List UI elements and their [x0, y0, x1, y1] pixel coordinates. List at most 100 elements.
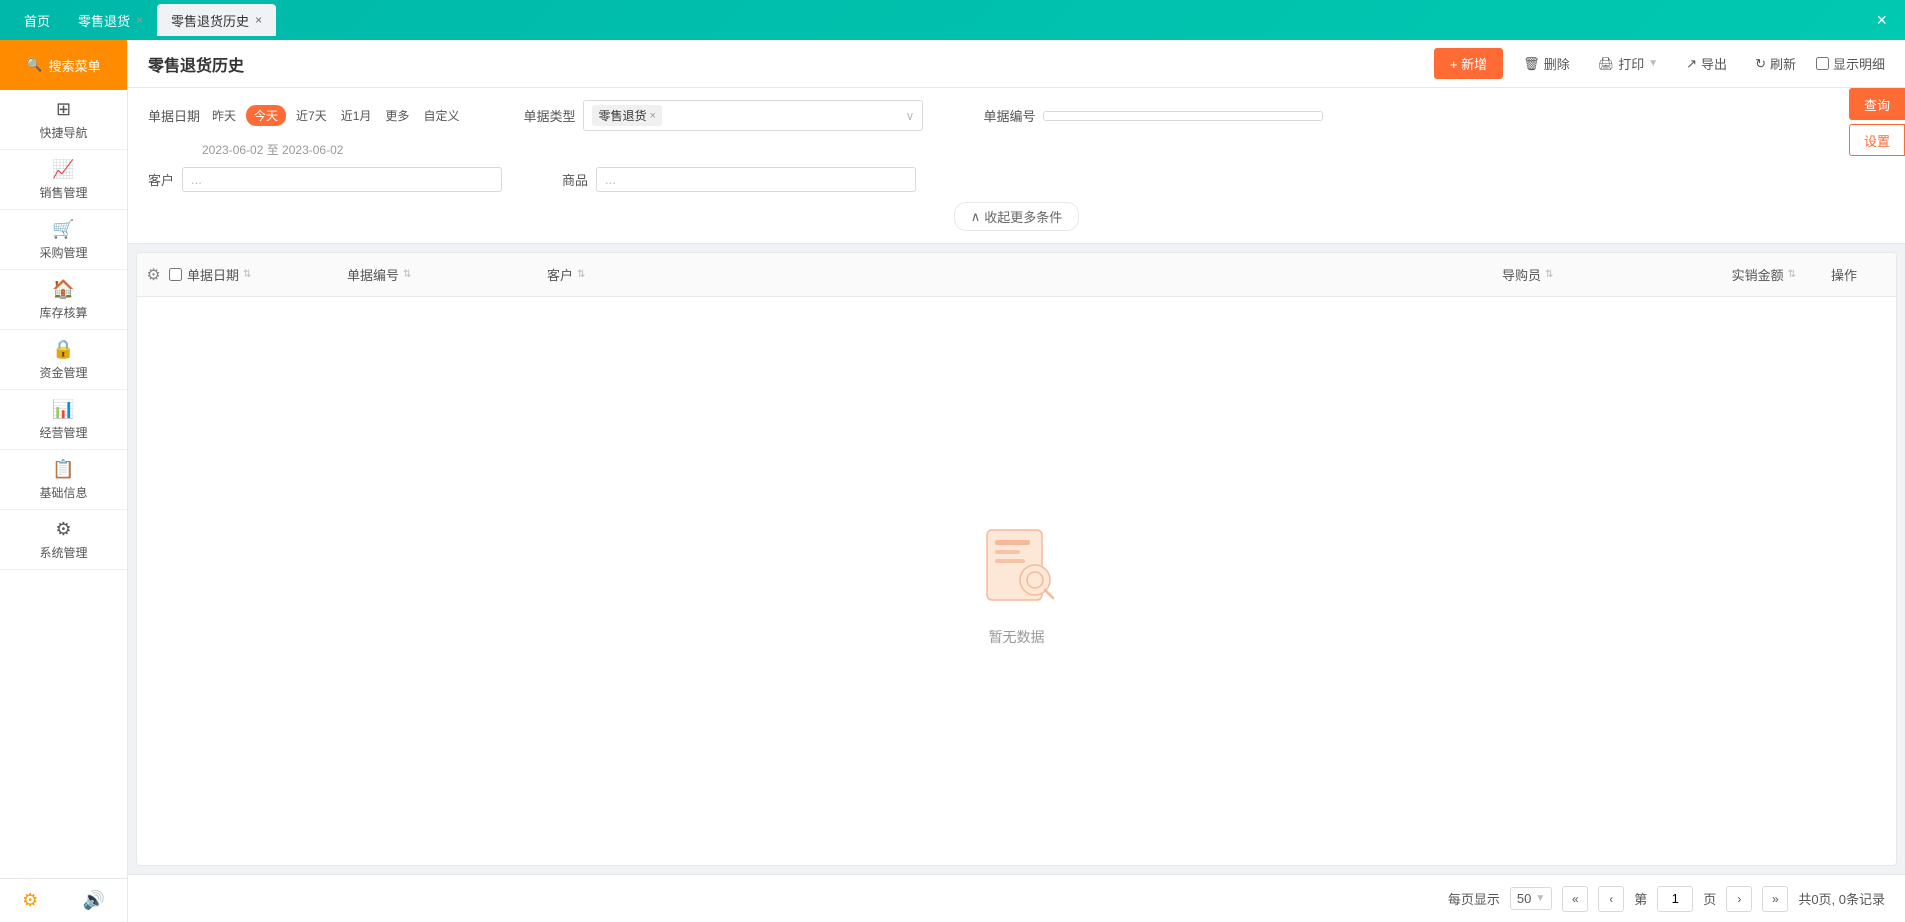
next-page-button[interactable]: › — [1726, 886, 1752, 912]
sidebar-item-finance-mgmt[interactable]: 🔒 资金管理 — [0, 330, 127, 390]
query-btn-area: 查询 设置 — [1849, 88, 1905, 156]
tab-retail-return[interactable]: 零售退货 × — [64, 4, 157, 36]
date-btn-yesterday[interactable]: 昨天 — [208, 105, 240, 126]
window-close-button[interactable]: × — [1868, 6, 1895, 35]
doc-type-dropdown-content: 零售退货 × — [592, 105, 905, 126]
sidebar-item-ops-mgmt[interactable]: 📊 经营管理 — [0, 390, 127, 450]
doc-date-label: 单据日期 — [148, 106, 200, 125]
export-button[interactable]: ↗ 导出 — [1678, 50, 1735, 77]
sidebar-item-sales-label: 销售管理 — [39, 184, 87, 201]
refresh-button[interactable]: ↻ 刷新 — [1747, 50, 1804, 77]
th-customer-label: 客户 — [547, 265, 573, 284]
table-header: ⚙ 单据日期 ⇅ 单据编号 ⇅ 客户 ⇅ 导购员 ⇅ — [137, 253, 1896, 297]
tab-retail-return-history-close[interactable]: × — [255, 13, 262, 27]
tab-retail-return-close[interactable]: × — [136, 13, 143, 27]
setting-button[interactable]: 设置 — [1849, 124, 1905, 156]
top-bar: 首页 零售退货 × 零售退货历史 × × — [0, 0, 1905, 40]
sidebar-item-inventory-label: 库存核算 — [39, 304, 87, 321]
goods-label: 商品 — [562, 170, 588, 189]
sidebar-search-label: 搜索菜单 — [49, 56, 101, 75]
show-detail-checkbox-area[interactable]: 显示明细 — [1816, 54, 1885, 73]
date-btn-more[interactable]: 更多 — [381, 105, 413, 126]
doc-type-tag: 零售退货 × — [592, 105, 661, 126]
tab-retail-return-history[interactable]: 零售退货历史 × — [157, 4, 276, 36]
goods-filter: 商品 ... — [562, 167, 916, 192]
finance-icon: 🔒 — [52, 339, 74, 360]
export-icon: ↗ — [1686, 56, 1697, 72]
sidebar-menu: ⊞ 快捷导航 📈 销售管理 🛒 采购管理 🏠 库存核算 🔒 资金管理 📊 — [0, 90, 127, 878]
table-settings-icon[interactable]: ⚙ — [146, 265, 160, 285]
delete-button[interactable]: 🗑 删除 — [1515, 50, 1578, 77]
print-arrow-icon: ▼ — [1648, 58, 1658, 69]
page-size-select[interactable]: 50 ▼ — [1510, 887, 1552, 910]
customer-dots: ... — [191, 172, 202, 187]
th-doc-no[interactable]: 单据编号 ⇅ — [339, 265, 539, 284]
filter-area: 单据日期 昨天 今天 近7天 近1月 更多 自定义 单据类型 — [128, 88, 1905, 244]
date-btn-7days[interactable]: 近7天 — [292, 105, 331, 126]
doc-date-filter: 单据日期 昨天 今天 近7天 近1月 更多 自定义 — [148, 105, 463, 126]
doc-no-filter: 单据编号 — [983, 106, 1323, 125]
query-button[interactable]: 查询 — [1849, 88, 1905, 120]
filter-row-2: 客户 ... 商品 ... — [148, 167, 1885, 192]
page-size-arrow-icon: ▼ — [1535, 893, 1545, 904]
sidebar-item-purchase-mgmt[interactable]: 🛒 采购管理 — [0, 210, 127, 270]
date-btn-today[interactable]: 今天 — [246, 105, 286, 126]
first-page-button[interactable]: « — [1562, 886, 1588, 912]
date-range-display: 2023-06-02 至 2023-06-02 — [202, 143, 343, 157]
date-btn-custom[interactable]: 自定义 — [419, 105, 463, 126]
total-info: 共0页, 0条记录 — [1798, 889, 1885, 908]
sidebar-item-quick-nav-label: 快捷导航 — [39, 124, 87, 141]
customer-label: 客户 — [148, 170, 174, 189]
page-input-prefix: 第 — [1634, 889, 1647, 908]
doc-type-tag-remove[interactable]: × — [649, 110, 655, 122]
doc-type-dropdown[interactable]: 零售退货 × ∨ — [583, 100, 923, 131]
th-customer-sort-icon: ⇅ — [577, 269, 585, 280]
tab-retail-return-history-label: 零售退货历史 — [171, 11, 249, 30]
th-customer[interactable]: 客户 ⇅ — [539, 265, 1494, 284]
date-btn-1month[interactable]: 近1月 — [337, 105, 376, 126]
content-area: 零售退货历史 + 新增 🗑 删除 🖨 打印 ▼ ↗ 导出 ↻ — [128, 40, 1905, 922]
filter-row-1: 单据日期 昨天 今天 近7天 近1月 更多 自定义 单据类型 — [148, 100, 1885, 131]
table-area: ⚙ 单据日期 ⇅ 单据编号 ⇅ 客户 ⇅ 导购员 ⇅ — [136, 252, 1897, 866]
print-button[interactable]: 🖨 打印 ▼ — [1590, 50, 1666, 77]
th-doc-no-label: 单据编号 — [347, 265, 399, 284]
collapse-button[interactable]: ∧ 收起更多条件 — [954, 202, 1080, 231]
th-amount[interactable]: 实销金额 ⇅ — [1654, 265, 1804, 284]
delete-label: 删除 — [1544, 54, 1570, 73]
quick-nav-icon: ⊞ — [56, 99, 71, 120]
add-button[interactable]: + 新增 — [1434, 48, 1503, 79]
goods-input[interactable]: ... — [596, 167, 916, 192]
th-guide[interactable]: 导购员 ⇅ — [1494, 265, 1654, 284]
prev-page-button[interactable]: ‹ — [1598, 886, 1624, 912]
export-label: 导出 — [1701, 54, 1727, 73]
sidebar-item-inventory[interactable]: 🏠 库存核算 — [0, 270, 127, 330]
page-unit: 页 — [1703, 889, 1716, 908]
goods-dots: ... — [605, 172, 616, 187]
sidebar-item-basic-info[interactable]: 📋 基础信息 — [0, 450, 127, 510]
page-number-input[interactable] — [1657, 886, 1693, 912]
empty-icon — [967, 515, 1067, 615]
page-title: 零售退货历史 — [148, 52, 1434, 76]
last-page-button[interactable]: » — [1762, 886, 1788, 912]
select-all-checkbox-area[interactable]: ⚙ — [149, 265, 179, 285]
sidebar-item-quick-nav[interactable]: ⊞ 快捷导航 — [0, 90, 127, 150]
th-doc-date[interactable]: 单据日期 ⇅ — [179, 265, 339, 284]
th-amount-label: 实销金额 — [1732, 265, 1784, 284]
th-action-label: 操作 — [1831, 265, 1857, 284]
sidebar-search[interactable]: 🔍 搜索菜单 — [0, 40, 127, 90]
sidebar-item-sales-mgmt[interactable]: 📈 销售管理 — [0, 150, 127, 210]
show-detail-checkbox[interactable] — [1816, 57, 1829, 70]
settings-icon[interactable]: ⚙ — [22, 890, 38, 911]
tab-home[interactable]: 首页 — [10, 4, 64, 36]
main-layout: 🔍 搜索菜单 ⊞ 快捷导航 📈 销售管理 🛒 采购管理 🏠 库存核算 🔒 — [0, 40, 1905, 922]
sidebar-item-sys-mgmt[interactable]: ⚙ 系统管理 — [0, 510, 127, 570]
doc-no-input[interactable] — [1043, 111, 1323, 121]
page-size-value: 50 — [1517, 891, 1531, 906]
sales-icon: 📈 — [52, 159, 74, 180]
customer-input[interactable]: ... — [182, 167, 502, 192]
empty-text: 暂无数据 — [989, 627, 1045, 647]
pagination: 每页显示 50 ▼ « ‹ 第 页 › » 共0页, 0条记录 — [128, 874, 1905, 922]
print-icon: 🖨 — [1598, 56, 1615, 72]
volume-icon[interactable]: 🔊 — [82, 890, 104, 911]
th-guide-sort-icon: ⇅ — [1545, 269, 1553, 280]
